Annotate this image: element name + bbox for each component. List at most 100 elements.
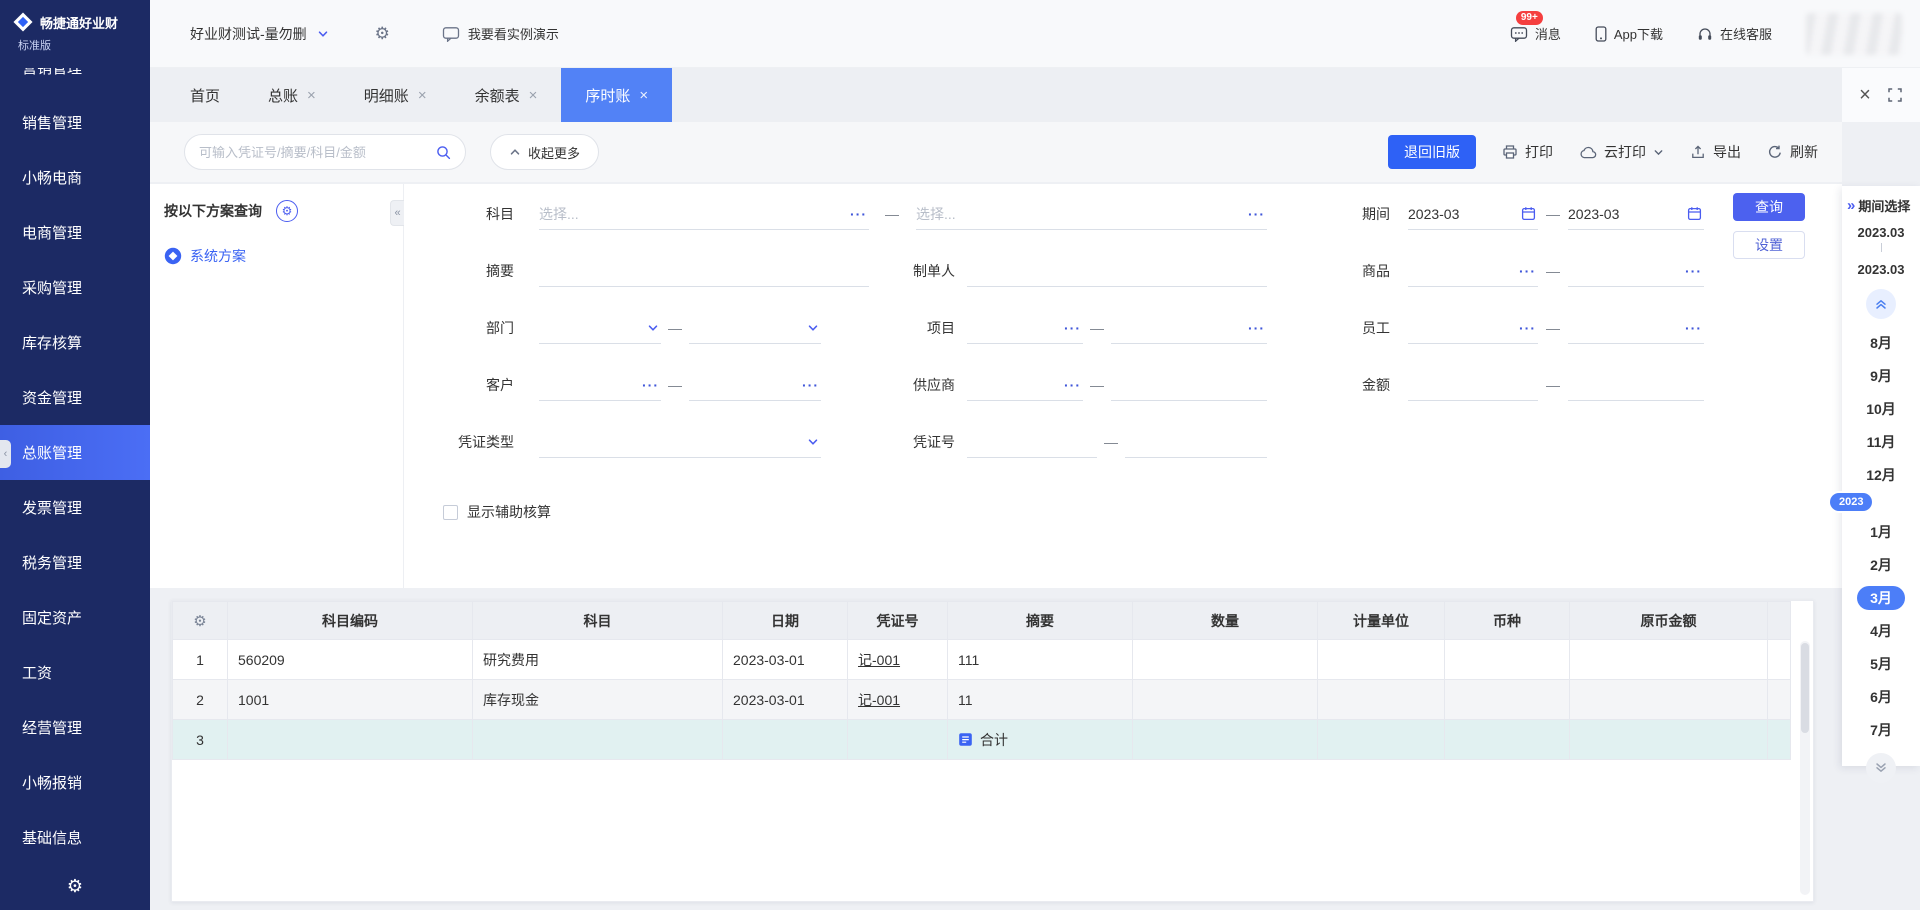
voucher-type-select[interactable] (539, 426, 821, 458)
checkbox[interactable] (443, 504, 458, 520)
sidebar-item-sales[interactable]: 销售管理 (0, 95, 150, 150)
tab-close-icon[interactable]: × (529, 88, 538, 103)
more-icon[interactable]: ··· (1685, 264, 1702, 278)
tab-close-icon[interactable]: × (639, 88, 648, 103)
close-icon[interactable]: × (1859, 85, 1871, 105)
more-icon[interactable]: ··· (642, 378, 659, 392)
col-header-unit[interactable]: 计量单位 (1317, 601, 1445, 640)
demo-link[interactable]: 我要看实例演示 (442, 24, 559, 43)
tab-detail-ledger[interactable]: 明细账 × (340, 68, 451, 122)
subject-to-field[interactable]: ··· (916, 198, 1267, 230)
voucher-no-from-field[interactable] (967, 426, 1097, 458)
month-item[interactable]: 7月 (1842, 714, 1920, 747)
voucher-type-input[interactable] (539, 433, 801, 450)
col-header-qty[interactable]: 数量 (1132, 601, 1318, 640)
col-header-currency[interactable]: 币种 (1444, 601, 1570, 640)
month-item[interactable]: 8月 (1842, 327, 1920, 360)
chevron-down-icon[interactable] (647, 322, 659, 334)
more-icon[interactable]: ··· (850, 207, 867, 221)
chevron-down-icon[interactable] (1653, 147, 1664, 158)
month-item[interactable]: 5月 (1842, 648, 1920, 681)
col-header-voucher[interactable]: 凭证号 (847, 601, 948, 640)
sidebar-item-inventory-accounting[interactable]: 库存核算 (0, 315, 150, 370)
month-item[interactable]: 1月 (1842, 516, 1920, 549)
sidebar-item-ecommerce[interactable]: 电商管理 (0, 205, 150, 260)
employee-to-field[interactable]: ··· (1568, 312, 1704, 344)
export-button[interactable]: 导出 (1690, 142, 1741, 162)
panel-expand-icon[interactable]: » (1847, 198, 1855, 213)
user-name-blurred[interactable] (1806, 12, 1902, 55)
department-from-input[interactable] (539, 319, 641, 336)
sidebar-item-tax[interactable]: 税务管理 (0, 535, 150, 590)
customer-to-field[interactable]: ··· (689, 369, 821, 401)
department-to-input[interactable] (689, 319, 801, 336)
customer-to-input[interactable] (689, 376, 796, 393)
more-icon[interactable]: ··· (1685, 321, 1702, 335)
search-input[interactable] (199, 144, 428, 160)
subject-from-input[interactable] (539, 205, 844, 222)
workspace-selector[interactable]: 好业财测试-量勿删 (190, 24, 329, 44)
period-to-field[interactable] (1568, 198, 1704, 230)
sidebar-item-xiaochang-expense[interactable]: 小畅报销 (0, 755, 150, 810)
topbar-gear-icon[interactable]: ⚙ (375, 25, 390, 42)
col-header-summary[interactable]: 摘要 (947, 601, 1133, 640)
voucher-link[interactable]: 记-001 (858, 652, 900, 668)
tab-close-icon[interactable]: × (418, 88, 427, 103)
column-settings-gear-icon[interactable]: ⚙ (193, 613, 206, 630)
tab-home[interactable]: 首页 (166, 68, 244, 122)
search-box[interactable] (184, 134, 466, 170)
goods-to-input[interactable] (1568, 262, 1679, 279)
chevron-down-icon[interactable] (317, 28, 329, 40)
sidebar-item-general-ledger[interactable]: 总账管理 (0, 425, 150, 480)
calendar-icon[interactable] (1521, 206, 1536, 221)
employee-from-input[interactable] (1408, 319, 1513, 336)
tab-general-ledger[interactable]: 总账 × (244, 68, 340, 122)
more-icon[interactable]: ··· (1519, 264, 1536, 278)
table-scrollbar[interactable] (1800, 641, 1810, 895)
sidebar-item-basic-info[interactable]: 基础信息 (0, 810, 150, 862)
calendar-icon[interactable] (1687, 206, 1702, 221)
maker-input[interactable] (967, 262, 1265, 279)
tab-balance-sheet[interactable]: 余额表 × (451, 68, 562, 122)
supplier-to-input[interactable] (1111, 376, 1265, 393)
col-header-amount[interactable]: 原币金额 (1569, 601, 1768, 640)
sidebar-item-business-management[interactable]: 经营管理 (0, 700, 150, 755)
sidebar-collapse-handle[interactable]: ‹ (0, 440, 11, 468)
month-item[interactable]: 4月 (1842, 615, 1920, 648)
project-to-field[interactable]: ··· (1111, 312, 1267, 344)
col-header-date[interactable]: 日期 (722, 601, 848, 640)
sidebar-item-purchase[interactable]: 采购管理 (0, 260, 150, 315)
project-from-field[interactable]: ··· (967, 312, 1083, 344)
voucher-no-to-input[interactable] (1125, 433, 1265, 450)
sidebar-item-invoice[interactable]: 发票管理 (0, 480, 150, 535)
online-service-button[interactable]: 在线客服 (1697, 24, 1772, 43)
month-item[interactable]: 11月 (1842, 426, 1920, 459)
sidebar-item-marketing[interactable]: 营销管理 (0, 68, 150, 95)
more-icon[interactable]: ··· (1064, 321, 1081, 335)
supplier-from-field[interactable]: ··· (967, 369, 1083, 401)
app-download-button[interactable]: App下载 (1595, 24, 1663, 43)
scroll-months-down-button[interactable] (1866, 753, 1896, 783)
month-item[interactable]: 6月 (1842, 681, 1920, 714)
voucher-no-from-input[interactable] (967, 433, 1095, 450)
month-item[interactable]: 12月 (1842, 459, 1920, 492)
goods-from-input[interactable] (1408, 262, 1513, 279)
month-item[interactable]: 10月 (1842, 393, 1920, 426)
more-icon[interactable]: ··· (1248, 321, 1265, 335)
sidebar-item-payroll[interactable]: 工资 (0, 645, 150, 700)
project-to-input[interactable] (1111, 319, 1242, 336)
month-item[interactable]: 9月 (1842, 360, 1920, 393)
scroll-months-up-button[interactable] (1866, 289, 1896, 319)
table-row[interactable]: 1 560209 研究费用 2023-03-01 记-001 111 (172, 639, 1791, 680)
subject-from-field[interactable]: ··· (539, 198, 869, 230)
voucher-link[interactable]: 记-001 (858, 692, 900, 708)
settings-button[interactable]: 设置 (1733, 231, 1805, 259)
department-to-select[interactable] (689, 312, 821, 344)
subject-to-input[interactable] (916, 205, 1242, 222)
tab-journal[interactable]: 序时账 × (561, 68, 673, 122)
collapse-more-button[interactable]: 收起更多 (490, 134, 600, 170)
col-header-code[interactable]: 科目编码 (227, 601, 473, 640)
back-to-old-version-button[interactable]: 退回旧版 (1388, 135, 1476, 169)
cloud-print-button[interactable]: 云打印 (1579, 142, 1664, 162)
more-icon[interactable]: ··· (1064, 378, 1081, 392)
